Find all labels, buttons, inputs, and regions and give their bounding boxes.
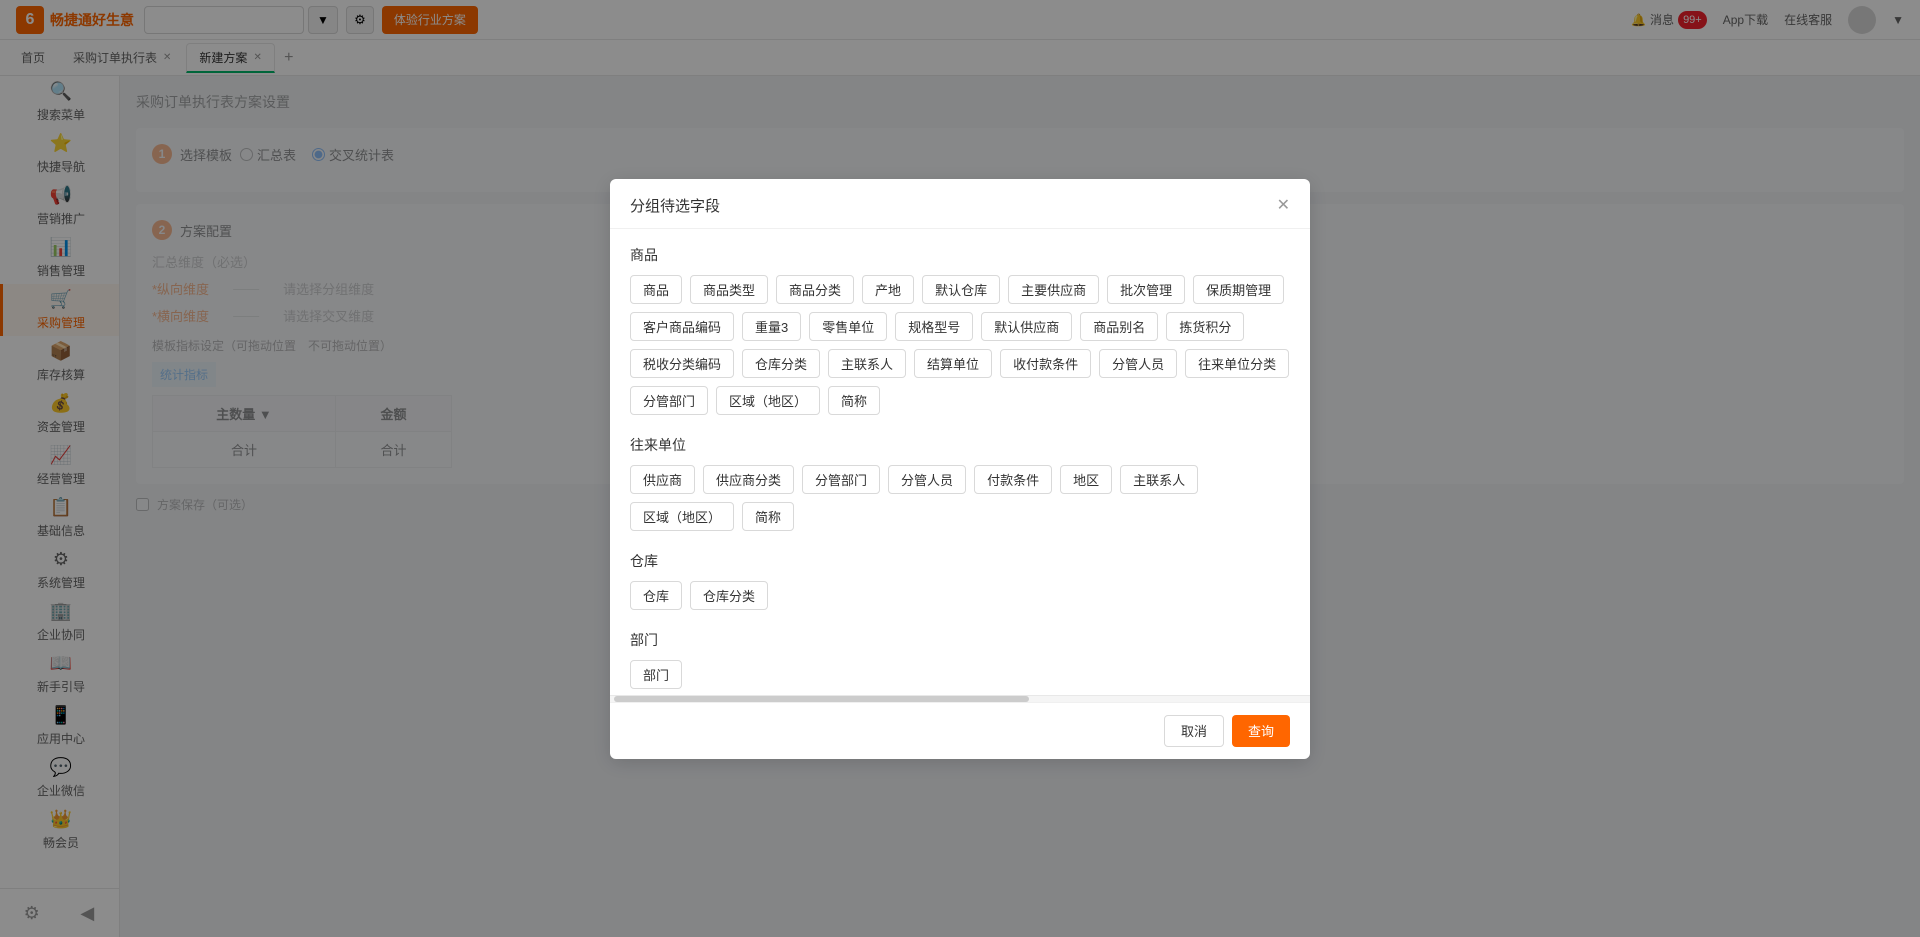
field-tag-weight[interactable]: 重量3 [742,312,801,341]
field-group-warehouse: 仓库 仓库 仓库分类 [630,551,1290,610]
field-tag-origin[interactable]: 产地 [862,275,914,304]
field-tag-spec[interactable]: 规格型号 [895,312,973,341]
field-tag-retail-unit[interactable]: 零售单位 [809,312,887,341]
field-tag-settlement-unit[interactable]: 结算单位 [914,349,992,378]
modal-horizontal-scrollbar[interactable] [610,695,1310,702]
modal-title: 分组待选字段 [630,195,720,216]
field-tag-tax-code[interactable]: 税收分类编码 [630,349,734,378]
field-tag-warehouse[interactable]: 仓库 [630,581,682,610]
field-tag-alias[interactable]: 商品别名 [1080,312,1158,341]
field-tag-goods-type[interactable]: 商品类型 [690,275,768,304]
field-group-title-warehouse: 仓库 [630,551,1290,571]
modal-overlay: 分组待选字段 ✕ 商品 商品 商品类型 商品分类 产地 默认仓库 主要供应商 批… [0,0,1920,937]
field-group-partner: 往来单位 供应商 供应商分类 分管部门 分管人员 付款条件 地区 主联系人 区域… [630,435,1290,531]
modal-close-button[interactable]: ✕ [1277,195,1290,215]
field-group-goods: 商品 商品 商品类型 商品分类 产地 默认仓库 主要供应商 批次管理 保质期管理… [630,245,1290,415]
field-tag-batch-mgmt[interactable]: 批次管理 [1107,275,1185,304]
confirm-button[interactable]: 查询 [1232,715,1290,747]
field-tag-pickup-pts[interactable]: 拣货积分 [1166,312,1244,341]
field-tag-short-name-partner[interactable]: 简称 [742,502,794,531]
field-tags-warehouse: 仓库 仓库分类 [630,581,1290,610]
field-tag-supplier[interactable]: 供应商 [630,465,695,494]
field-group-title-goods: 商品 [630,245,1290,265]
field-group-title-partner: 往来单位 [630,435,1290,455]
field-group-title-department: 部门 [630,630,1290,650]
cancel-button[interactable]: 取消 [1164,715,1224,747]
field-tag-partner-category[interactable]: 往来单位分类 [1185,349,1289,378]
field-tag-default-supplier[interactable]: 默认供应商 [981,312,1072,341]
field-tag-area[interactable]: 地区 [1060,465,1112,494]
field-select-modal: 分组待选字段 ✕ 商品 商品 商品类型 商品分类 产地 默认仓库 主要供应商 批… [610,179,1310,759]
field-tag-department[interactable]: 部门 [630,660,682,689]
modal-footer: 取消 查询 [610,702,1310,759]
field-tag-dept-in-charge[interactable]: 分管部门 [630,386,708,415]
field-tag-person-partner[interactable]: 分管人员 [888,465,966,494]
field-tag-warehouse-cat[interactable]: 仓库分类 [742,349,820,378]
field-tag-warehouse-category[interactable]: 仓库分类 [690,581,768,610]
field-group-department: 部门 部门 [630,630,1290,689]
field-tag-main-contact[interactable]: 主联系人 [828,349,906,378]
field-tag-short-name-goods[interactable]: 简称 [828,386,880,415]
field-tag-dept-partner[interactable]: 分管部门 [802,465,880,494]
field-tag-payment-cond[interactable]: 付款条件 [974,465,1052,494]
field-tag-region-goods[interactable]: 区域（地区） [716,386,820,415]
modal-header: 分组待选字段 ✕ [610,179,1310,229]
field-tag-main-contact-partner[interactable]: 主联系人 [1120,465,1198,494]
field-tag-default-warehouse[interactable]: 默认仓库 [922,275,1000,304]
field-tag-goods[interactable]: 商品 [630,275,682,304]
modal-body[interactable]: 商品 商品 商品类型 商品分类 产地 默认仓库 主要供应商 批次管理 保质期管理… [610,229,1310,695]
field-tag-customer-code[interactable]: 客户商品编码 [630,312,734,341]
field-tag-supervisor[interactable]: 分管人员 [1099,349,1177,378]
field-tag-main-supplier[interactable]: 主要供应商 [1008,275,1099,304]
field-tags-partner: 供应商 供应商分类 分管部门 分管人员 付款条件 地区 主联系人 区域（地区） … [630,465,1290,531]
field-tags-goods: 商品 商品类型 商品分类 产地 默认仓库 主要供应商 批次管理 保质期管理 客户… [630,275,1290,415]
field-tag-region-partner[interactable]: 区域（地区） [630,502,734,531]
field-tag-supplier-cat[interactable]: 供应商分类 [703,465,794,494]
field-tag-goods-category[interactable]: 商品分类 [776,275,854,304]
field-tag-payment-terms[interactable]: 收付款条件 [1000,349,1091,378]
field-tags-department: 部门 [630,660,1290,689]
field-tag-shelf-life[interactable]: 保质期管理 [1193,275,1284,304]
